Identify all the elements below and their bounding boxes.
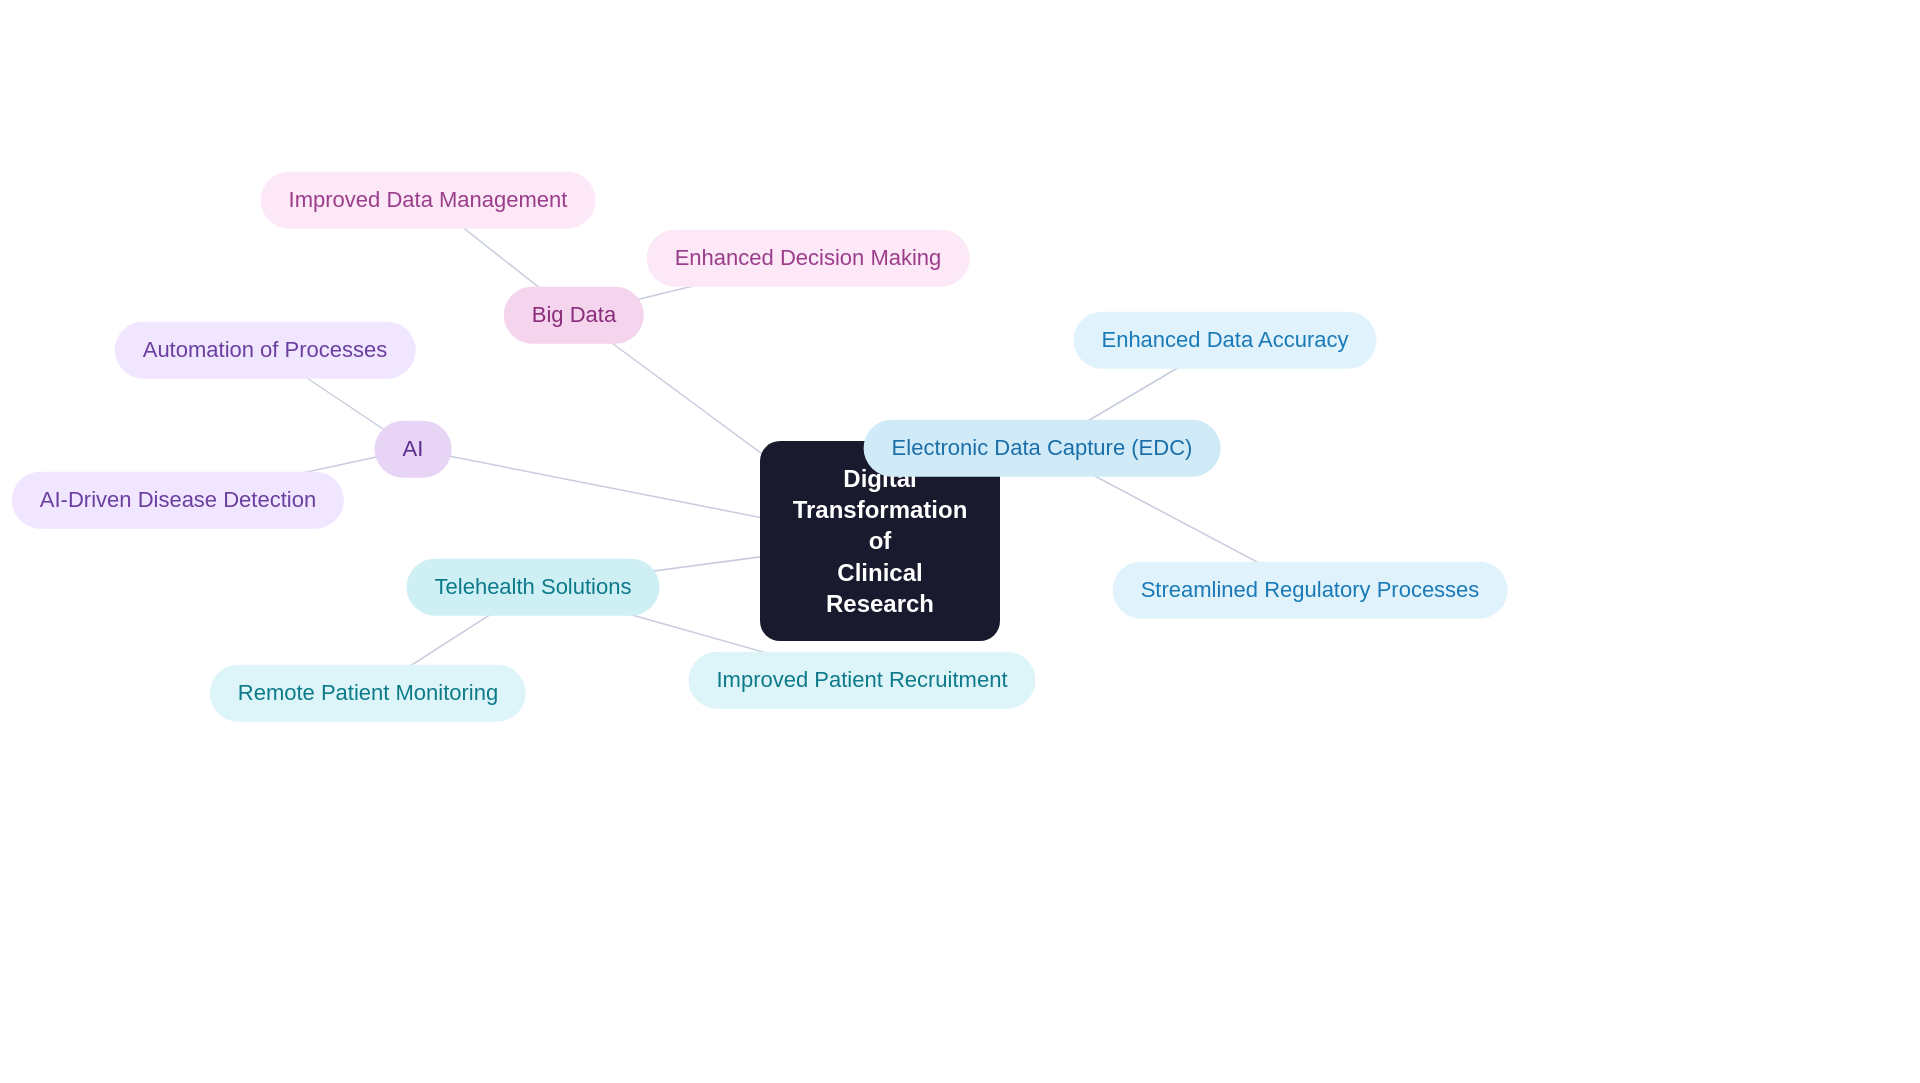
node-automation[interactable]: Automation of Processes [115,322,416,379]
mindmap-container: Digital Transformation of Clinical Resea… [0,0,1920,1083]
node-enhanced-decision[interactable]: Enhanced Decision Making [647,230,970,287]
node-improved-recruitment[interactable]: Improved Patient Recruitment [688,652,1035,709]
node-streamlined[interactable]: Streamlined Regulatory Processes [1113,562,1508,619]
node-improved-data[interactable]: Improved Data Management [261,172,596,229]
node-bigdata[interactable]: Big Data [504,287,644,344]
node-ai[interactable]: AI [375,421,452,478]
node-remote-patient[interactable]: Remote Patient Monitoring [210,665,526,722]
node-telehealth[interactable]: Telehealth Solutions [407,559,660,616]
node-edc[interactable]: Electronic Data Capture (EDC) [864,420,1221,477]
node-ai-disease[interactable]: AI-Driven Disease Detection [12,472,344,529]
node-enhanced-accuracy[interactable]: Enhanced Data Accuracy [1073,312,1376,369]
